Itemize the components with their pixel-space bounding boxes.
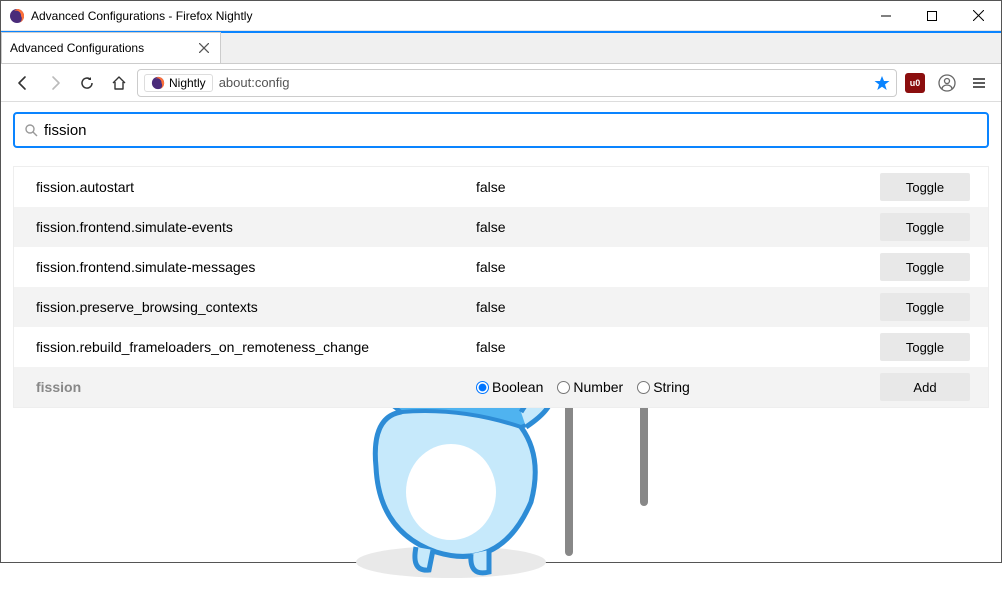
pref-value: false (476, 299, 880, 315)
url-bar[interactable]: Nightly about:config (137, 69, 897, 97)
type-radio-boolean[interactable]: Boolean (476, 379, 543, 395)
site-identity[interactable]: Nightly (144, 74, 213, 92)
pref-value: false (476, 179, 880, 195)
add-button[interactable]: Add (880, 373, 970, 401)
pref-type-selector: Boolean Number String (476, 379, 880, 395)
ublock-icon[interactable]: u0 (901, 69, 929, 97)
pref-name: fission (36, 379, 476, 395)
pref-value: false (476, 219, 880, 235)
tab-advanced-configurations[interactable]: Advanced Configurations (1, 32, 221, 63)
minimize-button[interactable] (863, 1, 909, 30)
toggle-button[interactable]: Toggle (880, 213, 970, 241)
pref-name: fission.autostart (36, 179, 476, 195)
pref-name: fission.preserve_browsing_contexts (36, 299, 476, 315)
toggle-button[interactable]: Toggle (880, 333, 970, 361)
pref-name: fission.rebuild_frameloaders_on_remotene… (36, 339, 476, 355)
url-text: about:config (219, 75, 868, 90)
tab-close-button[interactable] (196, 40, 212, 56)
pref-value: false (476, 339, 880, 355)
pref-row[interactable]: fission.rebuild_frameloaders_on_remotene… (14, 327, 988, 367)
search-icon (25, 124, 38, 137)
menu-icon[interactable] (965, 69, 993, 97)
pref-value: false (476, 259, 880, 275)
window-title: Advanced Configurations - Firefox Nightl… (31, 9, 863, 23)
home-button[interactable] (105, 69, 133, 97)
pref-add-row: fission Boolean Number String Add (14, 367, 988, 407)
maximize-button[interactable] (909, 1, 955, 30)
radio-input[interactable] (476, 381, 489, 394)
firefox-nightly-icon (151, 76, 165, 90)
back-button[interactable] (9, 69, 37, 97)
close-window-button[interactable] (955, 1, 1001, 30)
preference-search-box[interactable] (13, 112, 989, 148)
pref-name: fission.frontend.simulate-events (36, 219, 476, 235)
radio-label: String (653, 379, 690, 395)
radio-label: Number (573, 379, 623, 395)
site-identity-label: Nightly (169, 76, 206, 90)
pref-row[interactable]: fission.frontend.simulate-messagesfalseT… (14, 247, 988, 287)
pref-row[interactable]: fission.autostartfalseToggle (14, 167, 988, 207)
type-radio-number[interactable]: Number (557, 379, 623, 395)
pref-name: fission.frontend.simulate-messages (36, 259, 476, 275)
toggle-button[interactable]: Toggle (880, 293, 970, 321)
forward-button[interactable] (41, 69, 69, 97)
firefox-nightly-icon (9, 8, 25, 24)
content-area: fission.autostartfalseTogglefission.fron… (1, 102, 1001, 562)
tab-strip: Advanced Configurations (1, 31, 1001, 64)
pref-row[interactable]: fission.frontend.simulate-eventsfalseTog… (14, 207, 988, 247)
profile-icon[interactable] (933, 69, 961, 97)
toggle-button[interactable]: Toggle (880, 173, 970, 201)
tab-label: Advanced Configurations (10, 41, 196, 55)
radio-label: Boolean (492, 379, 543, 395)
window-title-bar: Advanced Configurations - Firefox Nightl… (1, 1, 1001, 31)
preference-table: fission.autostartfalseTogglefission.fron… (13, 166, 989, 408)
toggle-button[interactable]: Toggle (880, 253, 970, 281)
radio-input[interactable] (557, 381, 570, 394)
reload-button[interactable] (73, 69, 101, 97)
pref-row[interactable]: fission.preserve_browsing_contextsfalseT… (14, 287, 988, 327)
radio-input[interactable] (637, 381, 650, 394)
bookmark-star-icon[interactable] (874, 75, 890, 91)
navigation-toolbar: Nightly about:config u0 (1, 64, 1001, 102)
type-radio-string[interactable]: String (637, 379, 690, 395)
preference-search-input[interactable] (44, 122, 977, 139)
